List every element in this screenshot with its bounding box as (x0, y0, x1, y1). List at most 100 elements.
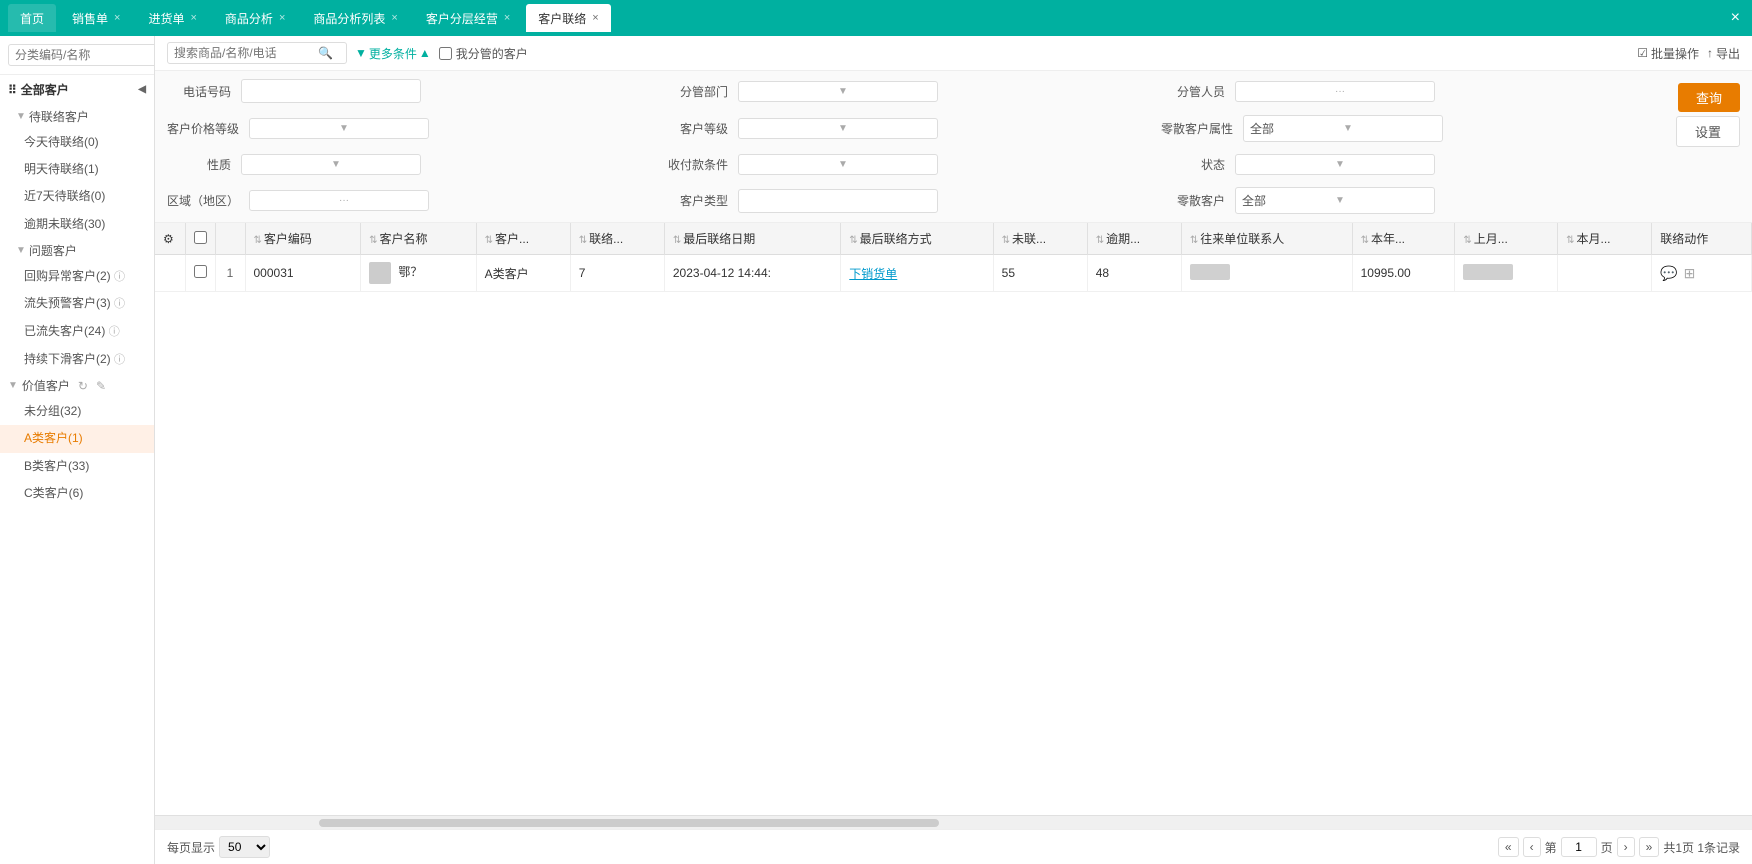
sidebar-item-repurchase-abnormal[interactable]: 回购异常客户(2) ⓘ (0, 263, 154, 291)
scroll-thumb[interactable] (319, 819, 939, 827)
row-category-cell: A类客户 (476, 255, 570, 292)
sidebar-item-churned[interactable]: 已流失客户(24) ⓘ (0, 318, 154, 346)
col-code-header[interactable]: ⇅客户编码 (245, 223, 361, 255)
sidebar-collapse-icon[interactable]: ◀ (138, 84, 146, 95)
col-last-contact-date-header[interactable]: ⇅最后联络日期 (664, 223, 840, 255)
page-number-input[interactable] (1561, 837, 1597, 857)
sidebar-item-7days-contact[interactable]: 近7天待联络(0) (0, 183, 154, 210)
filter-row-1: 电话号码 分管部门 ▼ 分管人员 (167, 79, 1658, 103)
col-overdue-header[interactable]: ⇅逾期... (1087, 223, 1181, 255)
filter-select-price-level[interactable]: ▼ (249, 118, 429, 139)
col-last-contact-method-header[interactable]: ⇅最后联络方式 (841, 223, 993, 255)
value-edit-icon[interactable]: ✎ (96, 379, 106, 393)
filter-select-payment[interactable]: ▼ (738, 154, 938, 175)
filter-select-customer-level[interactable]: ▼ (738, 118, 938, 139)
value-refresh-icon[interactable]: ↻ (78, 379, 88, 393)
tri-pending-icon: ▼ (16, 111, 26, 122)
tab-customer-segment[interactable]: 客户分层经营 × (414, 4, 522, 32)
tab-sales[interactable]: 销售单 × (60, 4, 132, 32)
sidebar-item-unclassified[interactable]: 未分组(32) (0, 398, 154, 425)
action-message-icon[interactable]: 💬 (1660, 265, 1677, 282)
sidebar-item-overdue-contact[interactable]: 逾期未联络(30) (0, 211, 154, 238)
batch-op-button[interactable]: ☑ 批量操作 (1637, 45, 1699, 62)
action-qr-icon[interactable]: ⊞ (1684, 265, 1696, 282)
filter-label-retail: 零散客户 (1161, 192, 1231, 209)
col-gear[interactable]: ⚙ (155, 223, 185, 255)
sidebar-item-tomorrow-contact[interactable]: 明天待联络(1) (0, 156, 154, 183)
row-checkbox[interactable] (194, 265, 207, 278)
col-category-header[interactable]: ⇅客户... (476, 223, 570, 255)
filter-select-retail-attr[interactable]: 全部 ▼ (1243, 115, 1443, 142)
col-last-month-header[interactable]: ⇅上月... (1455, 223, 1558, 255)
filter-search-input[interactable] (174, 46, 314, 60)
col-no-contact-header[interactable]: ⇅未联... (993, 223, 1087, 255)
col-contact-header[interactable]: ⇅联络... (570, 223, 664, 255)
sidebar-all-icon: ⠿ (8, 83, 17, 97)
filter-select-manager-dots: ··· (1335, 86, 1428, 97)
filter-select-manager[interactable]: ··· (1235, 81, 1435, 102)
filter-my-customers[interactable]: 我分管的客户 (439, 45, 528, 62)
filter-select-dept[interactable]: ▼ (738, 81, 938, 102)
export-button[interactable]: ↑ 导出 (1707, 45, 1740, 62)
batch-op-icon: ☑ (1637, 46, 1648, 60)
filter-search-icon[interactable]: 🔍 (318, 46, 333, 60)
setting-button[interactable]: 设置 (1676, 116, 1740, 147)
sidebar-item-7days-label: 近7天待联络(0) (24, 189, 105, 203)
prev-page-button[interactable]: ‹ (1523, 837, 1541, 857)
close-customer-segment-icon[interactable]: × (504, 12, 510, 24)
row-last-month-placeholder (1463, 264, 1513, 280)
page-size-label: 每页显示 (167, 839, 215, 856)
close-customer-contact-icon[interactable]: × (592, 12, 598, 24)
col-this-year-header[interactable]: ⇅本年... (1352, 223, 1455, 255)
sidebar-group-value[interactable]: ▼ 价值客户 ↻ ✎ (0, 373, 154, 398)
my-customers-checkbox[interactable] (439, 47, 452, 60)
filter-label-status: 状态 (1161, 156, 1231, 173)
sidebar-all-customers-header[interactable]: ⠿ 全部客户 ◀ (0, 75, 154, 104)
filter-select-nature[interactable]: ▼ (241, 154, 421, 175)
close-goods-analysis-list-icon[interactable]: × (391, 12, 397, 24)
row-last-contact-method-cell[interactable]: 下销货单 (841, 255, 993, 292)
filter-input-phone[interactable] (241, 79, 421, 103)
horizontal-scrollbar[interactable] (155, 815, 1752, 829)
tab-goods-analysis-list[interactable]: 商品分析列表 × (301, 4, 409, 32)
filter-more-label: 更多条件 (369, 45, 417, 62)
last-page-button[interactable]: » (1639, 837, 1660, 857)
row-no-contact-cell: 55 (993, 255, 1087, 292)
sidebar-search-container: 🔍 (0, 36, 154, 75)
sidebar-group-pending-contact[interactable]: ▼ 待联络客户 (0, 104, 154, 129)
col-num (215, 223, 245, 255)
tab-home[interactable]: 首页 (8, 4, 56, 32)
declining-info-icon: ⓘ (114, 354, 125, 366)
sidebar-item-class-a[interactable]: A类客户(1) (0, 425, 154, 452)
filter-more-button[interactable]: ▼ 更多条件 ▲ (355, 45, 431, 62)
sidebar-item-churn-warning[interactable]: 流失预警客户(3) ⓘ (0, 290, 154, 318)
sidebar-item-declining-label: 持续下滑客户(2) (24, 352, 111, 366)
page-size-select[interactable]: 20 50 100 200 (219, 836, 270, 858)
filter-select-region[interactable]: ··· (249, 190, 429, 211)
col-visit-contact-header[interactable]: ⇅往来单位联系人 (1181, 223, 1352, 255)
sidebar-item-class-b[interactable]: B类客户(33) (0, 453, 154, 480)
tab-purchase[interactable]: 进货单 × (136, 4, 208, 32)
sidebar-item-declining[interactable]: 持续下滑客户(2) ⓘ (0, 346, 154, 374)
sidebar-search-input[interactable] (8, 44, 155, 66)
sidebar-item-class-c[interactable]: C类客户(6) (0, 480, 154, 507)
filter-field-retail: 零散客户 全部 ▼ (1161, 187, 1658, 214)
row-name-cell[interactable]: 鄂？ (361, 255, 477, 292)
tab-goods-analysis[interactable]: 商品分析 × (213, 4, 297, 32)
filter-input-customer-type[interactable] (738, 189, 938, 213)
close-goods-analysis-icon[interactable]: × (279, 12, 285, 24)
close-sales-icon[interactable]: × (114, 12, 120, 24)
filter-select-status[interactable]: ▼ (1235, 154, 1435, 175)
sidebar-group-problem[interactable]: ▼ 问题客户 (0, 238, 154, 263)
filter-select-retail[interactable]: 全部 ▼ (1235, 187, 1435, 214)
first-page-button[interactable]: « (1498, 837, 1519, 857)
col-this-month-header[interactable]: ⇅本月... (1558, 223, 1652, 255)
select-all-checkbox[interactable] (194, 231, 207, 244)
col-name-header[interactable]: ⇅客户名称 (361, 223, 477, 255)
close-all-tabs-button[interactable]: × (1727, 5, 1744, 31)
query-button[interactable]: 查询 (1678, 83, 1740, 112)
close-purchase-icon[interactable]: × (190, 12, 196, 24)
next-page-button[interactable]: › (1617, 837, 1635, 857)
sidebar-item-today-contact[interactable]: 今天待联络(0) (0, 129, 154, 156)
tab-customer-contact[interactable]: 客户联络 × (526, 4, 610, 32)
